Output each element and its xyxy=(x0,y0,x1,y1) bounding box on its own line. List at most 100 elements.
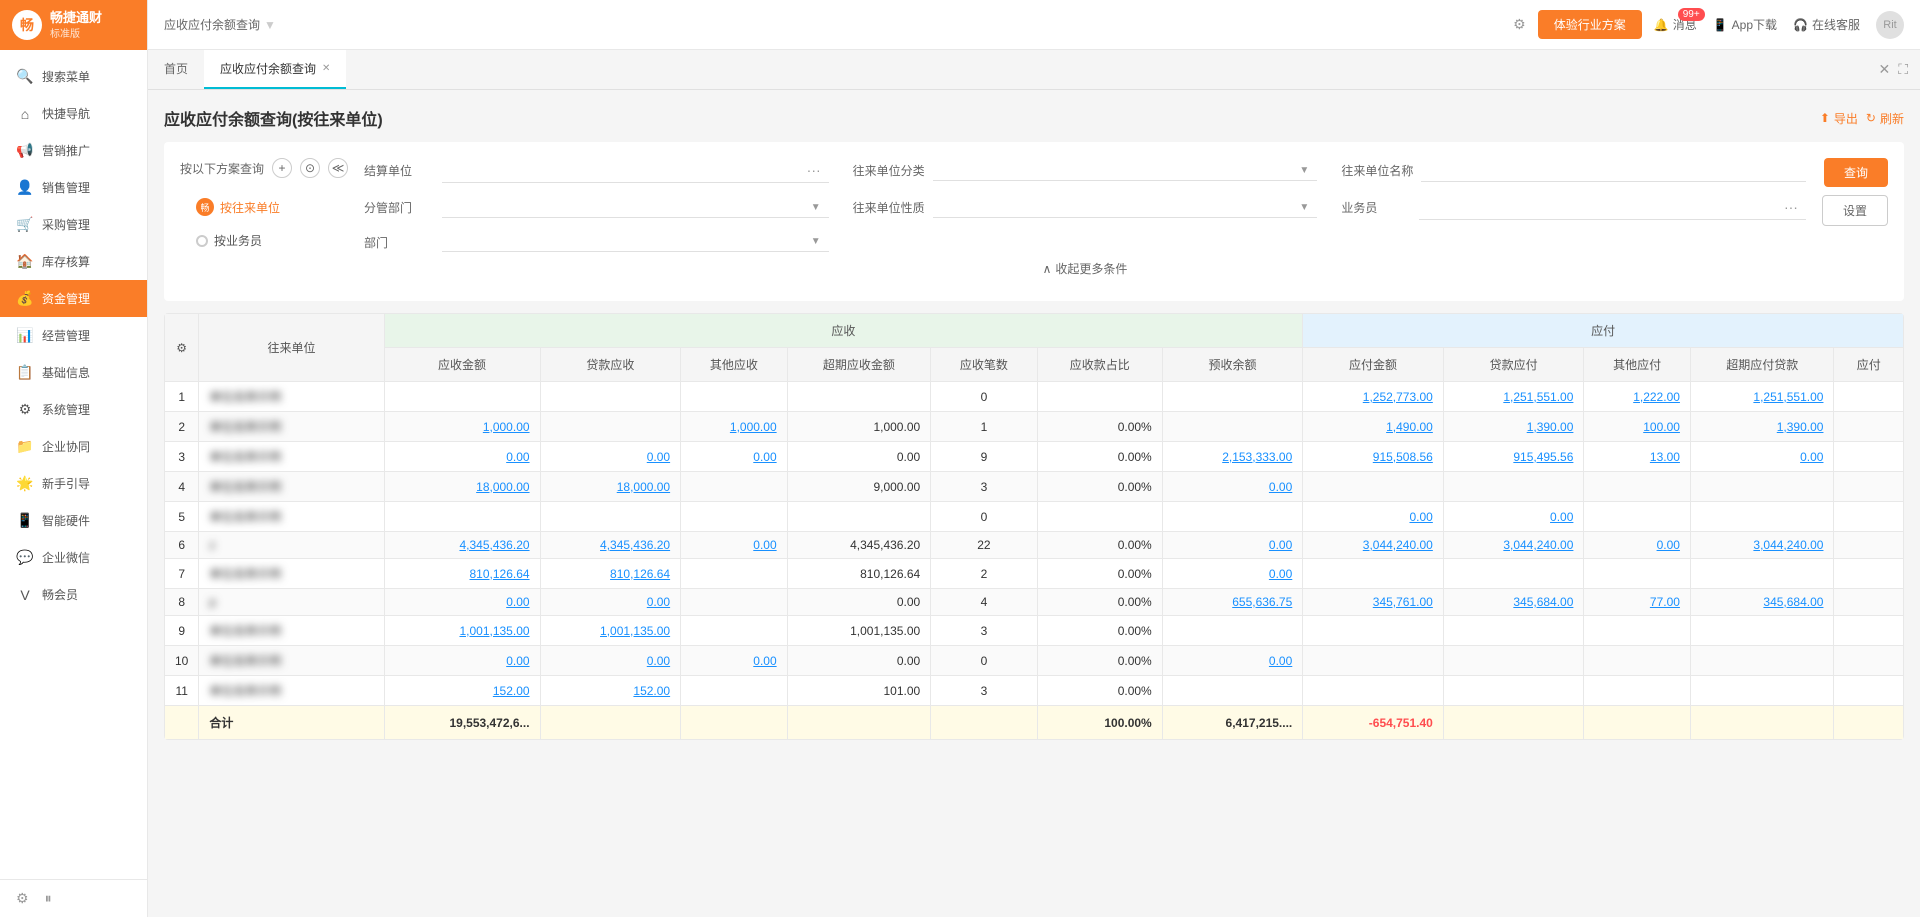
filter-by-unit[interactable]: 畅 按往来单位 xyxy=(180,190,348,224)
cell-link[interactable]: 0.00 xyxy=(753,654,776,668)
sidebar-item-operation[interactable]: 📊 经营管理 xyxy=(0,317,147,354)
export-button[interactable]: ⬆ 导出 xyxy=(1820,110,1858,127)
collapse-scheme-button[interactable]: ≪ xyxy=(328,158,348,178)
cell-link[interactable]: 4,345,436.20 xyxy=(459,538,529,552)
unit-nature-select[interactable]: ▼ xyxy=(933,198,1318,218)
sidebar-item-purchase[interactable]: 🛒 采购管理 xyxy=(0,206,147,243)
sidebar-item-marketing[interactable]: 📢 营销推广 xyxy=(0,132,147,169)
cell-link[interactable]: 1,490.00 xyxy=(1386,420,1433,434)
sidebar-item-member[interactable]: V 畅会员 xyxy=(0,576,147,613)
app-download-btn[interactable]: 📱 App下载 xyxy=(1713,16,1777,33)
salesperson-dots[interactable]: ··· xyxy=(1784,199,1798,215)
cell-link[interactable]: 1,251,551.00 xyxy=(1753,390,1823,404)
online-service-btn[interactable]: 🎧 在线客服 xyxy=(1793,16,1860,33)
cell-link[interactable]: 0.00 xyxy=(647,450,670,464)
settlement-unit-dots[interactable]: ··· xyxy=(807,162,821,178)
sidebar-item-wechat[interactable]: 💬 企业微信 xyxy=(0,539,147,576)
cell-link[interactable]: 100.00 xyxy=(1643,420,1680,434)
cell-link[interactable]: 152.00 xyxy=(633,684,670,698)
cell-link[interactable]: 152.00 xyxy=(493,684,530,698)
cell-link[interactable]: 915,495.56 xyxy=(1513,450,1573,464)
purchase-icon: 🛒 xyxy=(16,216,34,233)
cell-link[interactable]: 0.00 xyxy=(1269,480,1292,494)
add-scheme-button[interactable]: + xyxy=(272,158,292,178)
cell-link[interactable]: 915,508.56 xyxy=(1373,450,1433,464)
dept-select[interactable]: ▼ xyxy=(442,232,829,252)
cell-link[interactable]: 0.00 xyxy=(753,450,776,464)
cell-link[interactable]: 0.00 xyxy=(506,654,529,668)
cell-link[interactable]: 1,000.00 xyxy=(730,420,777,434)
cell-link[interactable]: 3,044,240.00 xyxy=(1503,538,1573,552)
sidebar-item-system[interactable]: ⚙ 系统管理 xyxy=(0,391,147,428)
table-payable-group: 应付 xyxy=(1303,314,1904,348)
sidebar-item-finance[interactable]: 💰 资金管理 xyxy=(0,280,147,317)
cell-link[interactable]: 1,000.00 xyxy=(483,420,530,434)
cell-link[interactable]: 0.00 xyxy=(1550,510,1573,524)
user-avatar[interactable]: Rit xyxy=(1876,11,1904,39)
cell-link[interactable]: 3,044,240.00 xyxy=(1753,538,1823,552)
cell-link[interactable]: 0.00 xyxy=(647,654,670,668)
sidebar-item-guide[interactable]: 🌟 新手引导 xyxy=(0,465,147,502)
cell-link[interactable]: 0.00 xyxy=(1657,538,1680,552)
cell-link[interactable]: 345,761.00 xyxy=(1373,595,1433,609)
sidebar-item-collab[interactable]: 📁 企业协同 xyxy=(0,428,147,465)
sidebar-item-inventory[interactable]: 🏠 库存核算 xyxy=(0,243,147,280)
sidebar-item-basic[interactable]: 📋 基础信息 xyxy=(0,354,147,391)
cell-link[interactable]: 810,126.64 xyxy=(469,567,529,581)
cell-link[interactable]: 2,153,333.00 xyxy=(1222,450,1292,464)
cell-link[interactable]: 1,251,551.00 xyxy=(1503,390,1573,404)
settings-button[interactable]: 设置 xyxy=(1822,195,1888,226)
cell-link[interactable]: 0.00 xyxy=(1269,567,1292,581)
cell-link[interactable]: 0.00 xyxy=(753,538,776,552)
cell-link[interactable]: 1,001,135.00 xyxy=(459,624,529,638)
cell-link[interactable]: 1,390.00 xyxy=(1777,420,1824,434)
dept-manager-select[interactable]: ▼ xyxy=(442,198,829,218)
unit-category-select[interactable]: ▼ xyxy=(933,161,1318,181)
cell-link[interactable]: 655,636.75 xyxy=(1232,595,1292,609)
cell-link[interactable]: 0.00 xyxy=(1269,654,1292,668)
notifications-btn[interactable]: 🔔 消息 99+ xyxy=(1654,16,1697,33)
sidebar-logo: 畅 畅捷通财 标准版 xyxy=(0,0,147,50)
cell-link[interactable]: 0.00 xyxy=(1269,538,1292,552)
tab-query[interactable]: 应收应付余额查询 ✕ xyxy=(204,50,346,89)
sidebar-item-quick[interactable]: ⌂ 快捷导航 xyxy=(0,95,147,132)
filter-by-staff[interactable]: 按业务员 xyxy=(180,224,348,257)
cell-link[interactable]: 1,001,135.00 xyxy=(600,624,670,638)
tab-home[interactable]: 首页 xyxy=(148,50,204,89)
cell-link[interactable]: 0.00 xyxy=(1800,450,1823,464)
cell-link[interactable]: 810,126.64 xyxy=(610,567,670,581)
topbar-gear-icon[interactable]: ⚙ xyxy=(1513,16,1526,33)
sidebar-item-sales[interactable]: 👤 销售管理 xyxy=(0,169,147,206)
settlement-unit-input[interactable]: ··· xyxy=(442,158,829,183)
cell-link[interactable]: 1,252,773.00 xyxy=(1363,390,1433,404)
cell-link[interactable]: 4,345,436.20 xyxy=(600,538,670,552)
cell-link[interactable]: 0.00 xyxy=(647,595,670,609)
cell-link[interactable]: 0.00 xyxy=(506,595,529,609)
unit-name-input[interactable] xyxy=(1421,159,1806,182)
tab-close-window-icon[interactable]: ✕ xyxy=(1878,61,1890,78)
table-settings-col[interactable]: ⚙ xyxy=(165,314,199,382)
cell-link[interactable]: 77.00 xyxy=(1650,595,1680,609)
promo-button[interactable]: 体验行业方案 xyxy=(1538,10,1642,39)
collapse-btn[interactable]: ∧ 收起更多条件 xyxy=(1043,260,1128,277)
cell-link[interactable]: 1,222.00 xyxy=(1633,390,1680,404)
cell-link[interactable]: 345,684.00 xyxy=(1763,595,1823,609)
tab-maximize-icon[interactable]: ⛶ xyxy=(1898,61,1908,78)
cell-link[interactable]: 13.00 xyxy=(1650,450,1680,464)
cell-link[interactable]: 18,000.00 xyxy=(617,480,670,494)
cell-link[interactable]: 18,000.00 xyxy=(476,480,529,494)
cell-link[interactable]: 3,044,240.00 xyxy=(1363,538,1433,552)
collapse-icon[interactable]: ⏸ xyxy=(45,890,52,907)
settings-bottom-icon[interactable]: ⚙ xyxy=(16,890,29,907)
cell-link[interactable]: 345,684.00 xyxy=(1513,595,1573,609)
sidebar-item-search[interactable]: 🔍 搜索菜单 xyxy=(0,58,147,95)
salesperson-select[interactable]: ··· xyxy=(1419,195,1806,220)
settings-scheme-button[interactable]: ⊙ xyxy=(300,158,320,178)
refresh-button[interactable]: ↻ 刷新 xyxy=(1866,110,1904,127)
tab-close-icon[interactable]: ✕ xyxy=(322,63,330,74)
cell-link[interactable]: 0.00 xyxy=(506,450,529,464)
cell-link[interactable]: 1,390.00 xyxy=(1527,420,1574,434)
sidebar-item-hardware[interactable]: 📱 智能硬件 xyxy=(0,502,147,539)
query-button[interactable]: 查询 xyxy=(1824,158,1888,187)
cell-link[interactable]: 0.00 xyxy=(1409,510,1432,524)
